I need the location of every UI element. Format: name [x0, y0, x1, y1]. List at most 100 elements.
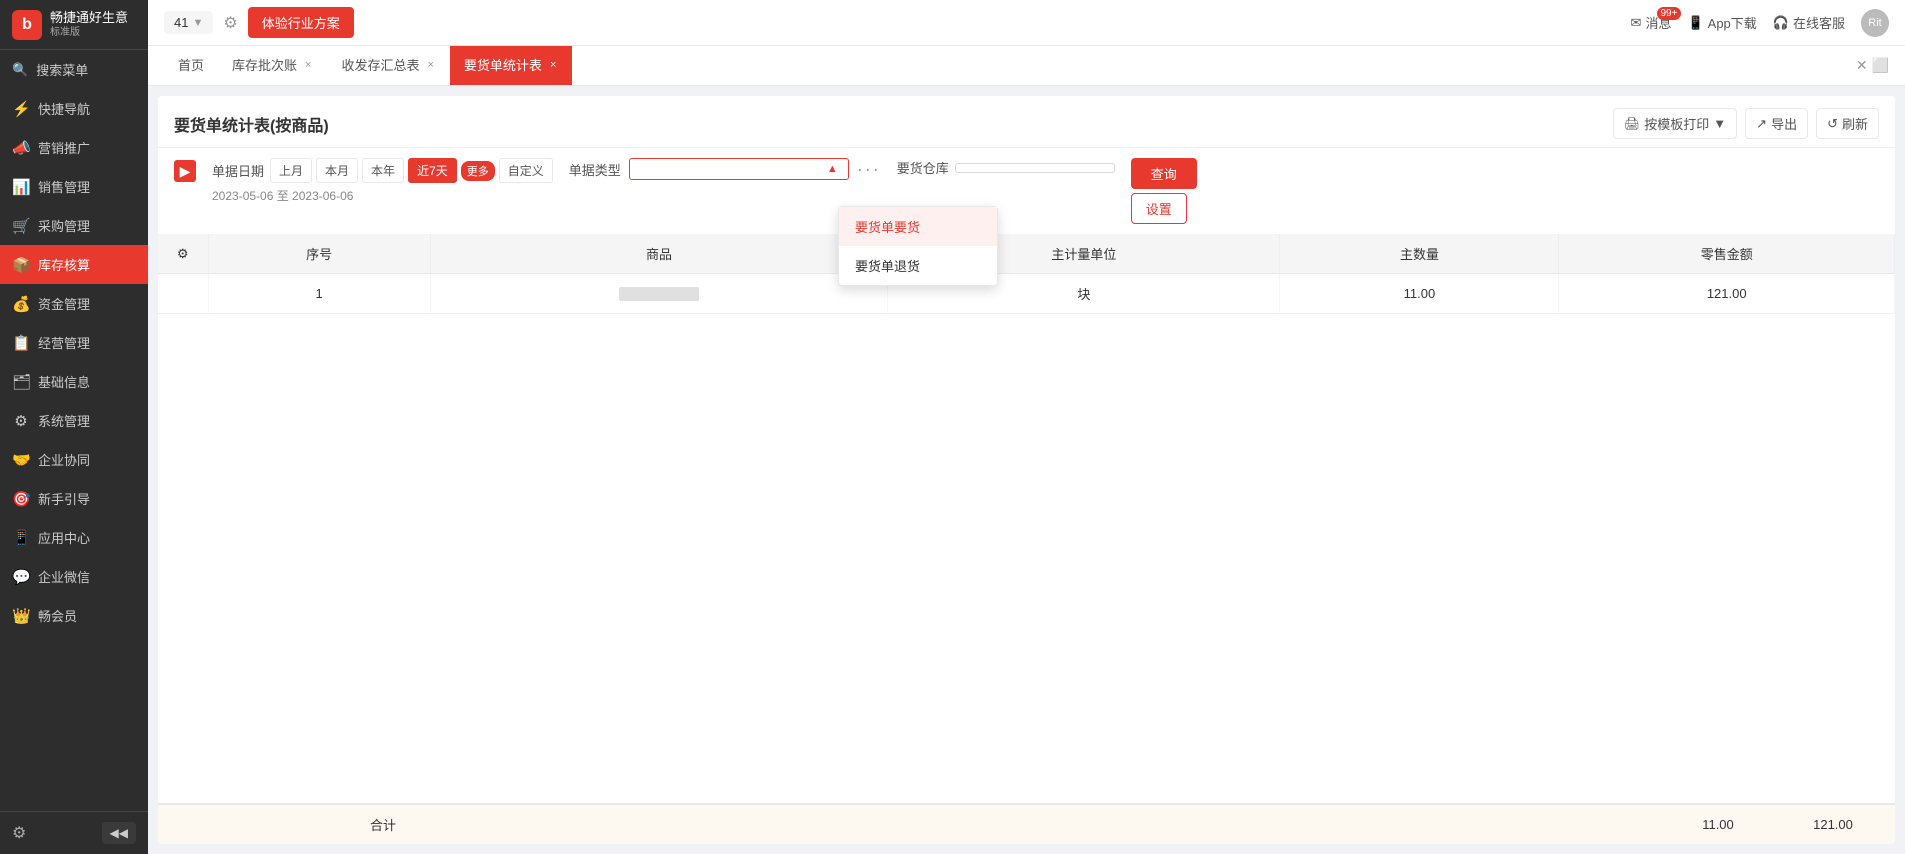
- tabs-close-all-icon[interactable]: ✕: [1856, 57, 1868, 74]
- sidebar-search[interactable]: 🔍 搜索菜单: [0, 50, 148, 89]
- trial-button[interactable]: 体验行业方案: [248, 7, 354, 38]
- table-area: ⚙ 序号 商品 主计量单位 主数量 零售金额 1: [158, 234, 1895, 803]
- print-template-button[interactable]: 🖨 按模板打印 ▼: [1613, 108, 1737, 139]
- date-tab-this-month[interactable]: 本月: [316, 158, 358, 183]
- warehouse-filter-label: 要货仓库: [897, 158, 949, 177]
- col-qty: 主数量: [1280, 234, 1559, 274]
- table-row: 1 块 11.00 121.00: [158, 274, 1895, 314]
- sales-icon: 📊: [12, 178, 30, 196]
- sidebar-item-appstore[interactable]: 📱 应用中心: [0, 518, 148, 557]
- warehouse-filter-group: 要货仓库: [897, 158, 1115, 177]
- table-header-row: ⚙ 序号 商品 主计量单位 主数量 零售金额: [158, 234, 1895, 274]
- data-table: ⚙ 序号 商品 主计量单位 主数量 零售金额 1: [158, 234, 1895, 314]
- page-content: 要货单统计表(按商品) 🖨 按模板打印 ▼ ↗ 导出 ↺ 刷新 ▶: [158, 96, 1895, 844]
- col-product: 商品: [430, 234, 888, 274]
- date-tab-this-year[interactable]: 本年: [362, 158, 404, 183]
- marketing-icon: 📣: [12, 139, 30, 157]
- settings-icon[interactable]: ⚙: [12, 823, 26, 843]
- row-settings-cell: [158, 274, 208, 314]
- store-chevron-icon: ▼: [192, 17, 203, 29]
- refresh-button[interactable]: ↺ 刷新: [1816, 108, 1879, 139]
- logo-text: 畅捷通好生意 标准版: [50, 10, 128, 40]
- sidebar-logo: b 畅捷通好生意 标准版: [0, 0, 148, 50]
- type-filter-more-icon[interactable]: ···: [857, 159, 881, 180]
- store-selector[interactable]: 41 ▼: [164, 11, 213, 34]
- export-button[interactable]: ↗ 导出: [1745, 108, 1808, 139]
- header-right: ✉ 消息 99+ 📱 App下载 🎧 在线客服 Rit: [1631, 9, 1889, 37]
- sidebar-item-member[interactable]: 👑 畅会员: [0, 596, 148, 635]
- tab-collect-summary[interactable]: 收发存汇总表 ×: [327, 46, 449, 85]
- sidebar-item-quicknav[interactable]: ⚡ 快捷导航: [0, 89, 148, 128]
- dropdown-item-request-return[interactable]: 要货单退货: [839, 246, 997, 285]
- row-amount-cell: 121.00: [1559, 274, 1895, 314]
- sidebar-item-inventory[interactable]: 📦 库存核算: [0, 245, 148, 284]
- query-button[interactable]: 查询: [1131, 158, 1197, 189]
- operations-icon: 📋: [12, 334, 30, 352]
- date-filter-label: 单据日期: [212, 161, 264, 180]
- total-row: 合计 11.00 121.00: [158, 803, 1895, 844]
- type-dropdown: 要货单要货 要货单退货: [838, 206, 998, 286]
- guide-icon: 🎯: [12, 490, 30, 508]
- tab-close-batch-stock[interactable]: ×: [303, 59, 313, 71]
- sidebar: b 畅捷通好生意 标准版 🔍 搜索菜单 ⚡ 快捷导航 📣 营销推广 📊 销售管理…: [0, 0, 148, 854]
- total-label: 合计: [170, 815, 396, 834]
- filter-expand-button[interactable]: ▶: [174, 160, 196, 182]
- service-icon: 🎧: [1773, 15, 1789, 31]
- date-custom-button[interactable]: 自定义: [499, 158, 553, 183]
- tab-home[interactable]: 首页: [164, 46, 218, 85]
- print-chevron-icon: ▼: [1713, 116, 1726, 131]
- collapse-icon: ◀◀: [110, 826, 128, 840]
- export-icon: ↗: [1756, 116, 1767, 132]
- date-tab-last7days[interactable]: 近7天: [408, 158, 457, 183]
- tab-batch-stock[interactable]: 库存批次账 ×: [218, 46, 327, 85]
- online-service-button[interactable]: 🎧 在线客服: [1773, 13, 1845, 32]
- system-icon: ⚙: [12, 412, 30, 430]
- row-qty-cell: 11.00: [1280, 274, 1559, 314]
- phone-icon: 📱: [1687, 15, 1703, 31]
- sidebar-item-sales[interactable]: 📊 销售管理: [0, 167, 148, 206]
- col-seq: 序号: [208, 234, 430, 274]
- sidebar-item-marketing[interactable]: 📣 营销推广: [0, 128, 148, 167]
- tab-close-request-summary[interactable]: ×: [548, 59, 558, 71]
- type-select[interactable]: ▲: [629, 158, 849, 180]
- header-settings-icon[interactable]: ⚙: [223, 13, 237, 33]
- purchase-icon: 🛒: [12, 217, 30, 235]
- sidebar-nav: ⚡ 快捷导航 📣 营销推广 📊 销售管理 🛒 采购管理 📦 库存核算 💰 资金管…: [0, 89, 148, 811]
- enterprise-icon: 🤝: [12, 451, 30, 469]
- sidebar-item-basic[interactable]: 🗂 基础信息: [0, 362, 148, 401]
- appstore-icon: 📱: [12, 529, 30, 547]
- col-settings[interactable]: ⚙: [158, 234, 208, 274]
- tab-request-summary[interactable]: 要货单统计表 ×: [450, 46, 572, 85]
- messages-button[interactable]: ✉ 消息 99+: [1631, 13, 1672, 32]
- warehouse-select[interactable]: [955, 163, 1115, 173]
- tab-close-collect-summary[interactable]: ×: [425, 59, 435, 71]
- sidebar-item-wechat[interactable]: 💬 企业微信: [0, 557, 148, 596]
- sidebar-item-purchase[interactable]: 🛒 采购管理: [0, 206, 148, 245]
- filter-buttons: 查询 设置: [1131, 158, 1197, 224]
- date-more-badge[interactable]: 更多: [461, 161, 495, 181]
- collapse-button[interactable]: ◀◀: [102, 822, 136, 844]
- tabs-bar: 首页 库存批次账 × 收发存汇总表 × 要货单统计表 × ✕ ⬜: [148, 46, 1905, 86]
- row-seq-cell: 1: [208, 274, 430, 314]
- quicknav-icon: ⚡: [12, 100, 30, 118]
- sidebar-item-guide[interactable]: 🎯 新手引导: [0, 479, 148, 518]
- member-icon: 👑: [12, 607, 30, 625]
- wechat-icon: 💬: [12, 568, 30, 586]
- sidebar-item-finance[interactable]: 💰 资金管理: [0, 284, 148, 323]
- date-tab-up-month[interactable]: 上月: [270, 158, 312, 183]
- page-header: 要货单统计表(按商品) 🖨 按模板打印 ▼ ↗ 导出 ↺ 刷新: [158, 96, 1895, 148]
- message-icon: ✉: [1631, 15, 1642, 31]
- sidebar-item-operations[interactable]: 📋 经营管理: [0, 323, 148, 362]
- tabs-maximize-icon[interactable]: ⬜: [1872, 57, 1889, 74]
- app-download-button[interactable]: 📱 App下载: [1687, 13, 1756, 32]
- user-avatar[interactable]: Rit: [1861, 9, 1889, 37]
- type-filter-label: 单据类型: [569, 160, 621, 179]
- sidebar-item-system[interactable]: ⚙ 系统管理: [0, 401, 148, 440]
- sidebar-item-enterprise[interactable]: 🤝 企业协同: [0, 440, 148, 479]
- dropdown-item-request-order[interactable]: 要货单要货: [839, 207, 997, 246]
- search-icon: 🔍: [12, 62, 28, 78]
- filter-area: ▶ 单据日期 上月 本月 本年 近7天 更多 自定义 2023-05-06 至 …: [158, 148, 1895, 234]
- settings-filter-button[interactable]: 设置: [1131, 193, 1187, 224]
- logo-icon: b: [12, 10, 42, 40]
- type-filter-group: 单据类型 ▲ ···: [569, 158, 881, 180]
